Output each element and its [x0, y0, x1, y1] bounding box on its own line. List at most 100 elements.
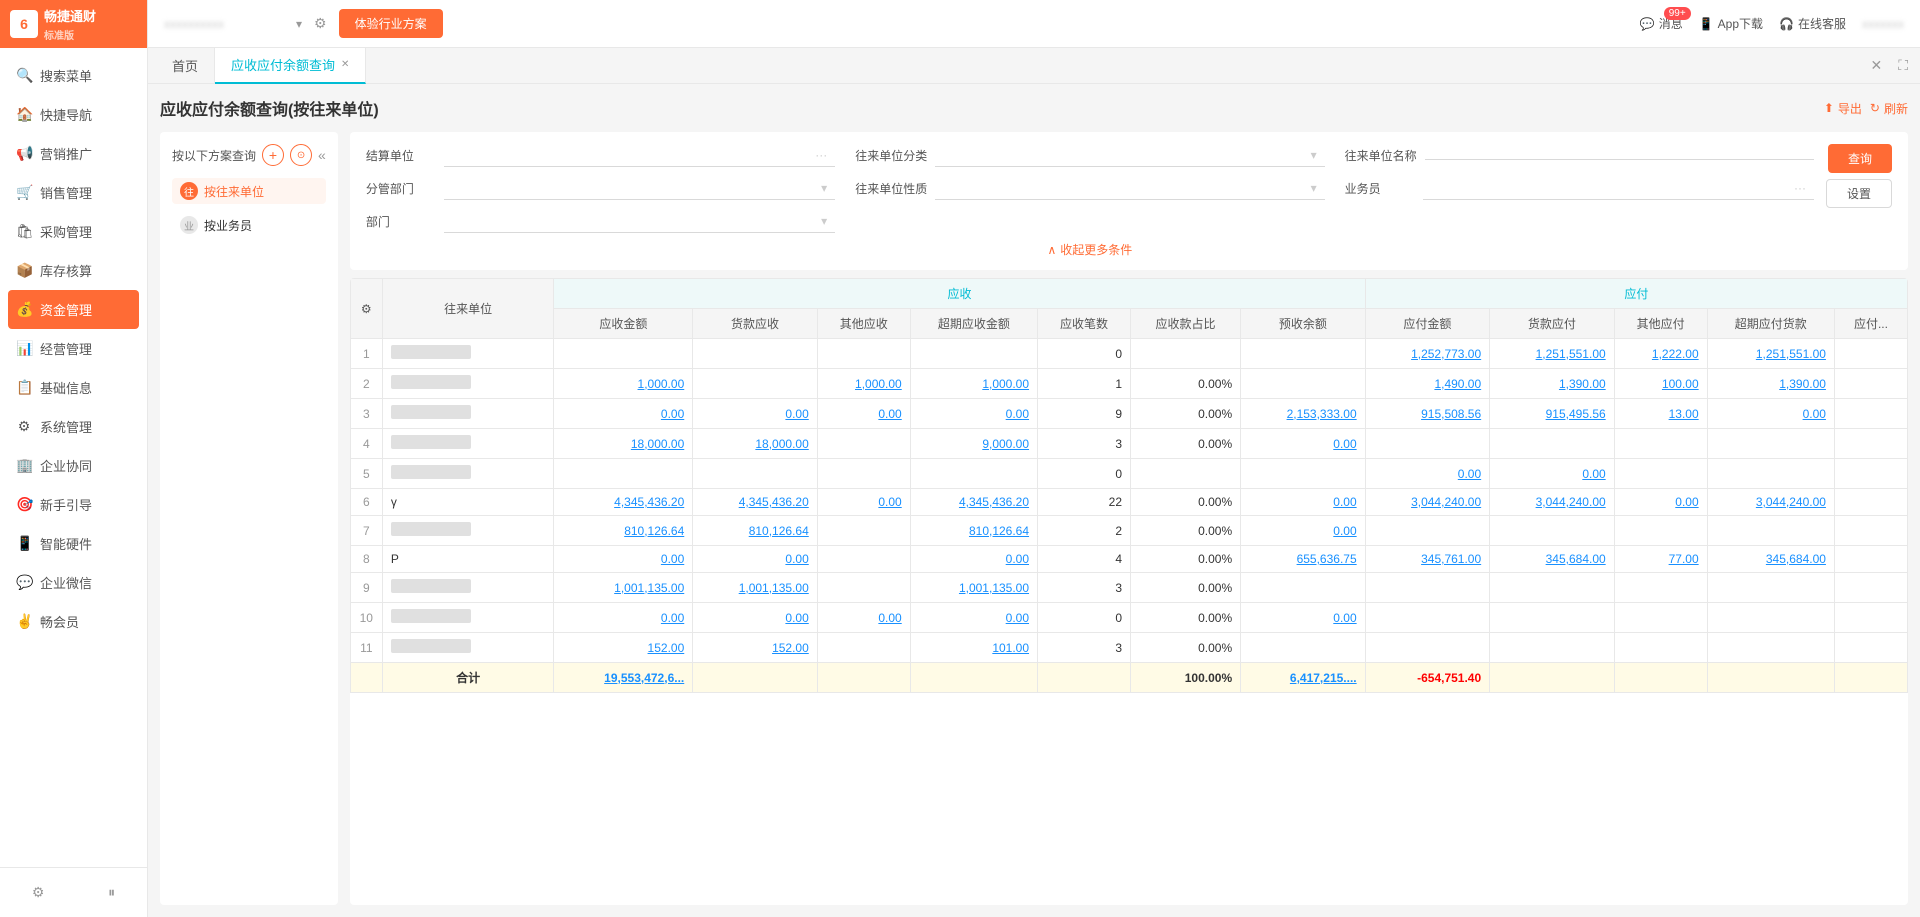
table-cell[interactable]: 345,684.00	[1707, 546, 1834, 573]
sidebar-item-sales[interactable]: 🛒 销售管理	[0, 173, 147, 212]
header-gear-icon[interactable]: ⚙	[314, 15, 327, 32]
table-cell[interactable]: 915,495.56	[1490, 399, 1615, 429]
table-cell[interactable]: 1,390.00	[1490, 369, 1615, 399]
table-cell[interactable]: 0.00	[554, 603, 693, 633]
field-settlement-input[interactable]: ···	[444, 144, 835, 167]
col-settings[interactable]: ⚙	[350, 279, 382, 339]
customer-service-button[interactable]: 🎧 在线客服	[1779, 15, 1846, 32]
table-cell[interactable]: 345,684.00	[1490, 546, 1615, 573]
table-cell[interactable]: 18,000.00	[693, 429, 818, 459]
table-cell[interactable]: 0.00	[1365, 459, 1490, 489]
sidebar-item-hardware[interactable]: 📱 智能硬件	[0, 524, 147, 563]
sidebar-settings-btn[interactable]: ⚙	[24, 876, 53, 909]
table-cell[interactable]: 1,001,135.00	[693, 573, 818, 603]
table-cell[interactable]: 810,126.64	[554, 516, 693, 546]
table-cell[interactable]: 0.00	[817, 399, 910, 429]
table-cell[interactable]: 0.00	[817, 603, 910, 633]
table-cell[interactable]: 0.00	[1490, 459, 1615, 489]
filter-collapse-button[interactable]: ∧ 收起更多条件	[366, 241, 1814, 258]
table-cell[interactable]: 2,153,333.00	[1241, 399, 1366, 429]
field-unit-category-input[interactable]: ▾	[935, 144, 1324, 167]
sidebar-item-marketing[interactable]: 📢 营销推广	[0, 134, 147, 173]
table-cell[interactable]: 0.00	[817, 489, 910, 516]
table-cell[interactable]: 1,000.00	[817, 369, 910, 399]
sidebar-item-member[interactable]: ✌ 畅会员	[0, 602, 147, 641]
table-cell[interactable]: 152.00	[554, 633, 693, 663]
table-cell[interactable]: 3,044,240.00	[1707, 489, 1834, 516]
sidebar-collapse-btn[interactable]: ⏸	[100, 876, 123, 909]
sidebar-item-guide[interactable]: 🎯 新手引导	[0, 485, 147, 524]
user-info[interactable]: xxxxxxx	[1862, 17, 1904, 31]
table-cell[interactable]: 1,252,773.00	[1365, 339, 1490, 369]
table-cell[interactable]: 0.00	[910, 546, 1037, 573]
sidebar-item-search[interactable]: 🔍 搜索菜单	[0, 56, 147, 95]
table-cell[interactable]: 0.00	[693, 603, 818, 633]
table-cell[interactable]: 4,345,436.20	[554, 489, 693, 516]
table-cell[interactable]: 1,000.00	[554, 369, 693, 399]
table-cell[interactable]: 1,490.00	[1365, 369, 1490, 399]
table-cell[interactable]: 0.00	[693, 399, 818, 429]
solution-button[interactable]: 体验行业方案	[339, 9, 443, 38]
table-cell[interactable]: 0.00	[910, 603, 1037, 633]
table-cell[interactable]: 152.00	[693, 633, 818, 663]
table-cell[interactable]: 1,000.00	[910, 369, 1037, 399]
filter-settings-icon[interactable]: ⊙	[290, 144, 312, 166]
table-cell[interactable]: 77.00	[1614, 546, 1707, 573]
footer-ar-prepaid[interactable]: 6,417,215....	[1241, 663, 1366, 693]
table-cell[interactable]: 1,390.00	[1707, 369, 1834, 399]
table-cell[interactable]: 810,126.64	[693, 516, 818, 546]
tab-expand-button[interactable]: ⛶	[1894, 53, 1912, 78]
tab-ar-ap[interactable]: 应收应付余额查询 ✕	[215, 48, 366, 84]
sidebar-item-inventory[interactable]: 📦 库存核算	[0, 251, 147, 290]
table-cell[interactable]: 13.00	[1614, 399, 1707, 429]
field-dept-input[interactable]: ▾	[444, 210, 835, 233]
filter-add-button[interactable]: +	[262, 144, 284, 166]
tab-close-button[interactable]: ✕	[1866, 53, 1886, 78]
sidebar-item-enterprise[interactable]: 🏢 企业协同	[0, 446, 147, 485]
messages-button[interactable]: 💬 消息 99+	[1640, 15, 1683, 32]
query-button[interactable]: 查询	[1828, 144, 1892, 173]
footer-ar-amount[interactable]: 19,553,472,6...	[554, 663, 693, 693]
table-cell[interactable]: 0.00	[1241, 429, 1366, 459]
table-cell[interactable]: 0.00	[554, 399, 693, 429]
table-cell[interactable]: 3,044,240.00	[1365, 489, 1490, 516]
table-cell[interactable]: 655,636.75	[1241, 546, 1366, 573]
table-cell[interactable]: 9,000.00	[910, 429, 1037, 459]
table-cell[interactable]: 810,126.64	[910, 516, 1037, 546]
header-chevron-icon[interactable]: ▾	[296, 17, 302, 31]
table-wrapper[interactable]: ⚙ 往来单位 应收 应付 应收金额 货款应收 其他应收 超期应收金额	[350, 278, 1908, 905]
sidebar-item-system[interactable]: ⚙ 系统管理	[0, 407, 147, 446]
table-cell[interactable]: 0.00	[910, 399, 1037, 429]
table-cell[interactable]: 1,001,135.00	[910, 573, 1037, 603]
table-cell[interactable]: 0.00	[1241, 489, 1366, 516]
table-cell[interactable]: 0.00	[1707, 399, 1834, 429]
sidebar-item-finance[interactable]: 💰 资金管理	[8, 290, 139, 329]
table-cell[interactable]: 100.00	[1614, 369, 1707, 399]
sidebar-item-operations[interactable]: 📊 经营管理	[0, 329, 147, 368]
table-cell[interactable]: 3,044,240.00	[1490, 489, 1615, 516]
sidebar-item-quicknav[interactable]: 🏠 快捷导航	[0, 95, 147, 134]
refresh-button[interactable]: ↻ 刷新	[1870, 100, 1908, 117]
field-unit-nature-input[interactable]: ▾	[935, 177, 1324, 200]
table-cell[interactable]: 0.00	[1241, 516, 1366, 546]
sidebar-item-wechat[interactable]: 💬 企业微信	[0, 563, 147, 602]
tab-home[interactable]: 首页	[156, 48, 215, 84]
field-staff-input[interactable]: ···	[1423, 177, 1814, 200]
table-cell[interactable]: 0.00	[693, 546, 818, 573]
table-cell[interactable]: 1,222.00	[1614, 339, 1707, 369]
table-cell[interactable]: 1,001,135.00	[554, 573, 693, 603]
table-cell[interactable]: 1,251,551.00	[1490, 339, 1615, 369]
field-dept-head-input[interactable]: ▾	[444, 177, 835, 200]
tab-close-icon[interactable]: ✕	[341, 59, 349, 70]
table-cell[interactable]: 1,251,551.00	[1707, 339, 1834, 369]
table-cell[interactable]: 18,000.00	[554, 429, 693, 459]
table-cell[interactable]: 345,761.00	[1365, 546, 1490, 573]
settings-button[interactable]: 设置	[1826, 179, 1892, 208]
table-cell[interactable]: 101.00	[910, 633, 1037, 663]
table-cell[interactable]: 0.00	[1241, 603, 1366, 633]
sidebar-item-purchase[interactable]: 🛍 采购管理	[0, 212, 147, 251]
table-cell[interactable]: 915,508.56	[1365, 399, 1490, 429]
filter-collapse-icon[interactable]: «	[318, 147, 326, 163]
table-cell[interactable]: 0.00	[554, 546, 693, 573]
table-cell[interactable]: 4,345,436.20	[910, 489, 1037, 516]
